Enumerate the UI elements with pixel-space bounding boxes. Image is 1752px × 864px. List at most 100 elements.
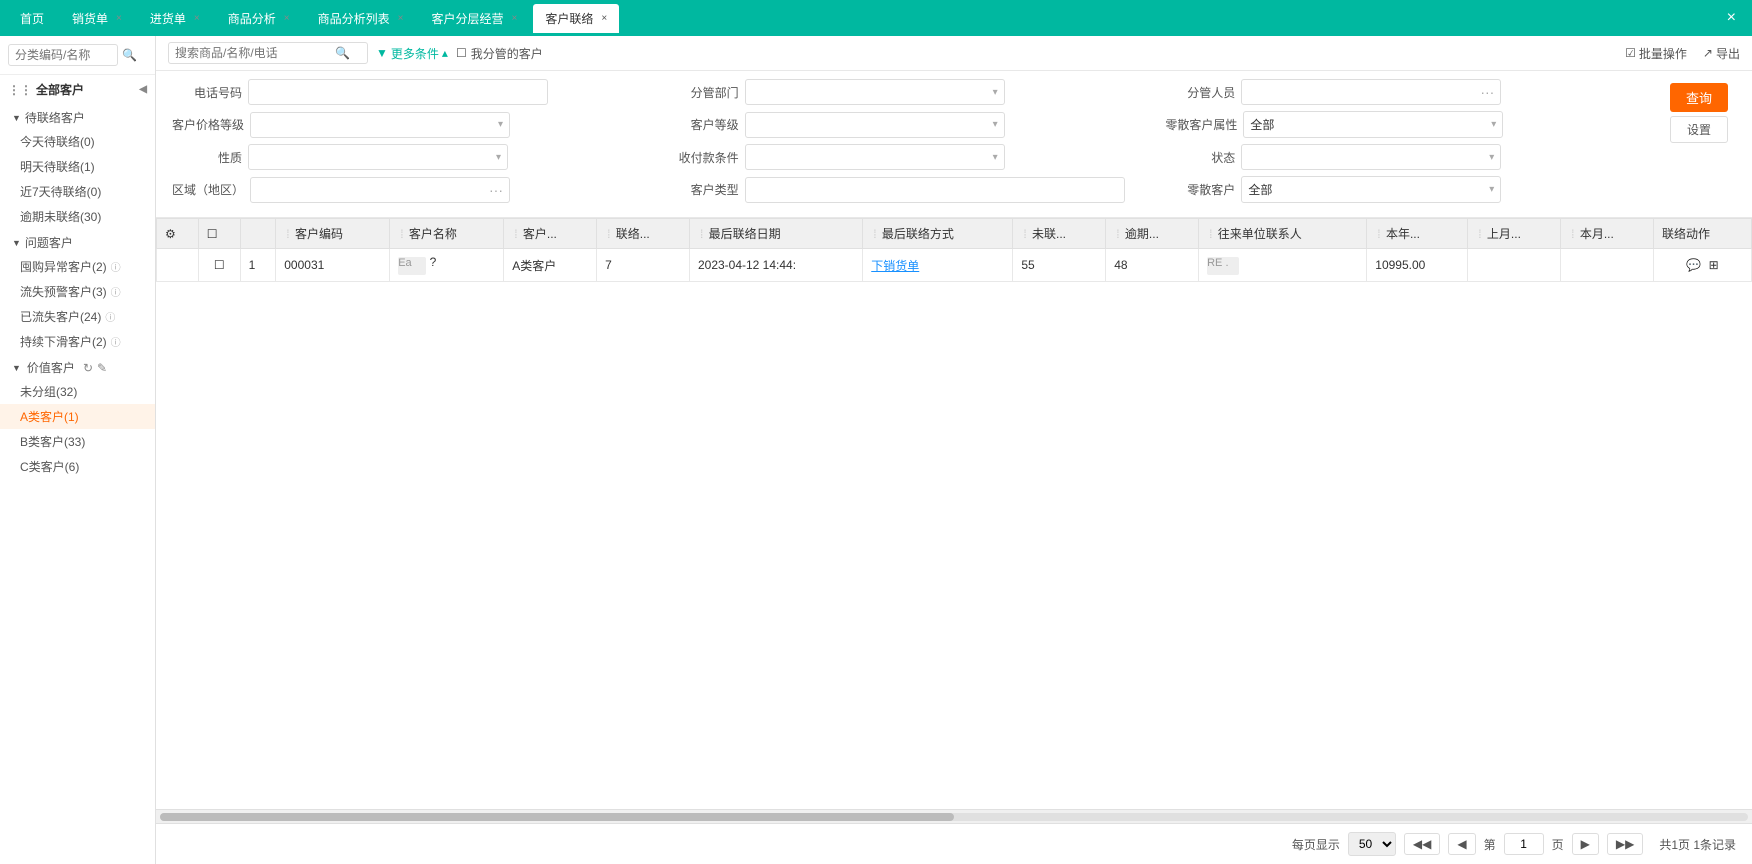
sidebar-item-c-customers[interactable]: C类客户(6) [0, 454, 155, 479]
filter-search-icon[interactable]: 🔍 [335, 46, 350, 60]
first-page-button[interactable]: ◀◀ [1404, 833, 1440, 855]
chat-action-icon[interactable]: 💬 [1686, 258, 1701, 272]
cell-name[interactable]: Ea ? [390, 249, 504, 282]
region-dots-icon[interactable]: ··· [489, 182, 503, 198]
sidebar-item-churn-warning[interactable]: 流失预警客户(3) ⓘ [0, 279, 155, 304]
th-no-contact[interactable]: ⁞ 未联... [1013, 219, 1106, 249]
nature-select[interactable]: ▾ [248, 144, 508, 170]
th-biz-contact[interactable]: ⁞ 往来单位联系人 [1199, 219, 1367, 249]
declining-info-icon[interactable]: ⓘ [111, 334, 121, 349]
page-input[interactable] [1504, 833, 1544, 855]
close-goods-list-tab[interactable]: × [398, 13, 404, 24]
value-customers-group[interactable]: ▼ 价值客户 ↻ ✎ [0, 354, 155, 379]
problem-customers-group[interactable]: ▼ 问题客户 [0, 229, 155, 254]
batch-ops-button[interactable]: ☑ 批量操作 [1625, 45, 1687, 62]
region-select[interactable]: ··· [250, 177, 510, 203]
th-this-month[interactable]: ⁞ 本月... [1561, 219, 1654, 249]
filter-cell-nature: 性质 ▾ [172, 144, 669, 170]
qr-action-icon[interactable]: ⊞ [1709, 258, 1719, 272]
tab-sales[interactable]: 销货单 × [60, 4, 134, 33]
th-code[interactable]: ⁞ 客户编码 [276, 219, 390, 249]
th-last-month[interactable]: ⁞ 上月... [1468, 219, 1561, 249]
sidebar-item-hoard-customers[interactable]: 囤购异常客户(2) ⓘ [0, 254, 155, 279]
close-all-tabs-button[interactable]: × [1719, 5, 1744, 31]
phone-input[interactable] [248, 79, 548, 105]
my-customer-checkbox-icon[interactable]: ☐ [456, 46, 467, 60]
th-type[interactable]: ⁞ 客户... [504, 219, 597, 249]
close-purchase-tab[interactable]: × [194, 13, 200, 24]
customer-grade-select[interactable]: ▾ [745, 112, 1005, 138]
sidebar-item-overdue-contact[interactable]: 逾期未联络(30) [0, 204, 155, 229]
total-pages-label: 页 [1552, 836, 1564, 853]
last-method-link[interactable]: 下销货单 [871, 259, 919, 273]
all-customers-dots-icon: ⋮⋮ [8, 83, 32, 97]
churned-info-icon[interactable]: ⓘ [105, 309, 115, 324]
sidebar-item-b-customers[interactable]: B类客户(33) [0, 429, 155, 454]
th-gear[interactable]: ⚙ [157, 219, 199, 249]
settings-button[interactable]: 设置 [1670, 116, 1728, 143]
more-filter-button[interactable]: ▼ 更多条件 ▴ [376, 45, 448, 62]
price-grade-select[interactable]: ▾ [250, 112, 510, 138]
tab-customer-contact[interactable]: 客户联络 × [533, 4, 619, 33]
cell-last-month [1468, 249, 1561, 282]
tab-goods-list[interactable]: 商品分析列表 × [306, 4, 416, 33]
th-last-method[interactable]: ⁞ 最后联络方式 [863, 219, 1013, 249]
hoard-info-icon[interactable]: ⓘ [111, 259, 121, 274]
prev-page-button[interactable]: ◀ [1448, 833, 1475, 855]
close-sales-tab[interactable]: × [116, 13, 122, 24]
row-checkbox-icon[interactable]: ☐ [214, 258, 225, 272]
cell-code[interactable]: 000031 [276, 249, 390, 282]
th-checkbox[interactable]: ☐ [198, 219, 240, 249]
close-customer-layer-tab[interactable]: × [511, 13, 517, 24]
horizontal-scrollbar[interactable] [156, 809, 1752, 823]
sidebar: 🔍 ⋮⋮ 全部客户 ◀ ▼ 待联络客户 今天待联络(0) 明天待联络(1) 近7… [0, 36, 156, 864]
dept-select[interactable]: ▾ [745, 79, 1005, 105]
th-this-year[interactable]: ⁞ 本年... [1367, 219, 1468, 249]
sidebar-item-unclassified[interactable]: 未分组(32) [0, 379, 155, 404]
tab-purchase[interactable]: 进货单 × [138, 4, 212, 33]
payment-select[interactable]: ▾ [745, 144, 1005, 170]
sidebar-search-input[interactable] [8, 44, 118, 66]
gear-icon[interactable]: ⚙ [165, 227, 176, 241]
my-customer-checkbox-area[interactable]: ☐ 我分管的客户 [456, 45, 543, 62]
pending-contact-group[interactable]: ▼ 待联络客户 [0, 104, 155, 129]
sidebar-item-churned[interactable]: 已流失客户(24) ⓘ [0, 304, 155, 329]
sidebar-item-week-contact[interactable]: 近7天待联络(0) [0, 179, 155, 204]
sparse-customer-select[interactable]: 全部▾ [1241, 176, 1501, 203]
th-contact[interactable]: ⁞ 联络... [597, 219, 690, 249]
value-group-edit-icon[interactable]: ✎ [97, 361, 107, 375]
tab-home[interactable]: 首页 [8, 4, 56, 33]
tab-customer-layer[interactable]: 客户分层经营 × [419, 4, 529, 33]
last-page-button[interactable]: ▶▶ [1607, 833, 1643, 855]
close-goods-analysis-tab[interactable]: × [284, 13, 290, 24]
th-last-date[interactable]: ⁞ 最后联络日期 [689, 219, 862, 249]
search-input[interactable] [175, 46, 335, 60]
header-checkbox-icon[interactable]: ☐ [207, 227, 218, 241]
tab-goods-analysis[interactable]: 商品分析 × [216, 4, 302, 33]
sidebar-collapse-icon[interactable]: ◀ [139, 84, 147, 95]
cell-checkbox[interactable]: ☐ [198, 249, 240, 282]
export-button[interactable]: ↗ 导出 [1703, 45, 1740, 62]
sparse-customer-value: 全部 [1248, 181, 1272, 198]
sparse-attr-select[interactable]: 全部▾ [1243, 111, 1503, 138]
close-customer-contact-tab[interactable]: × [601, 13, 607, 24]
person-select[interactable]: ··· [1241, 79, 1501, 105]
th-overdue[interactable]: ⁞ 逾期... [1106, 219, 1199, 249]
sidebar-item-today-contact[interactable]: 今天待联络(0) [0, 129, 155, 154]
churn-warning-info-icon[interactable]: ⓘ [111, 284, 121, 299]
customer-type-select[interactable] [745, 177, 1125, 203]
value-group-refresh-icon[interactable]: ↻ [83, 361, 93, 375]
sidebar-item-a-customers[interactable]: A类客户(1) [0, 404, 155, 429]
query-button[interactable]: 查询 [1670, 83, 1728, 112]
filter-cell-customer-type: 客户类型 [669, 177, 1166, 203]
th-name[interactable]: ⁞ 客户名称 [390, 219, 504, 249]
sidebar-item-declining[interactable]: 持续下滑客户(2) ⓘ [0, 329, 155, 354]
all-customers-header[interactable]: ⋮⋮ 全部客户 ◀ [0, 75, 155, 104]
status-select[interactable]: ▾ [1241, 144, 1501, 170]
sidebar-search-icon[interactable]: 🔍 [122, 48, 137, 62]
person-dots-icon[interactable]: ··· [1480, 84, 1494, 100]
sidebar-item-tomorrow-contact[interactable]: 明天待联络(1) [0, 154, 155, 179]
page-size-select[interactable]: 50 [1348, 832, 1396, 856]
cell-last-method[interactable]: 下销货单 [863, 249, 1013, 282]
next-page-button[interactable]: ▶ [1572, 833, 1599, 855]
